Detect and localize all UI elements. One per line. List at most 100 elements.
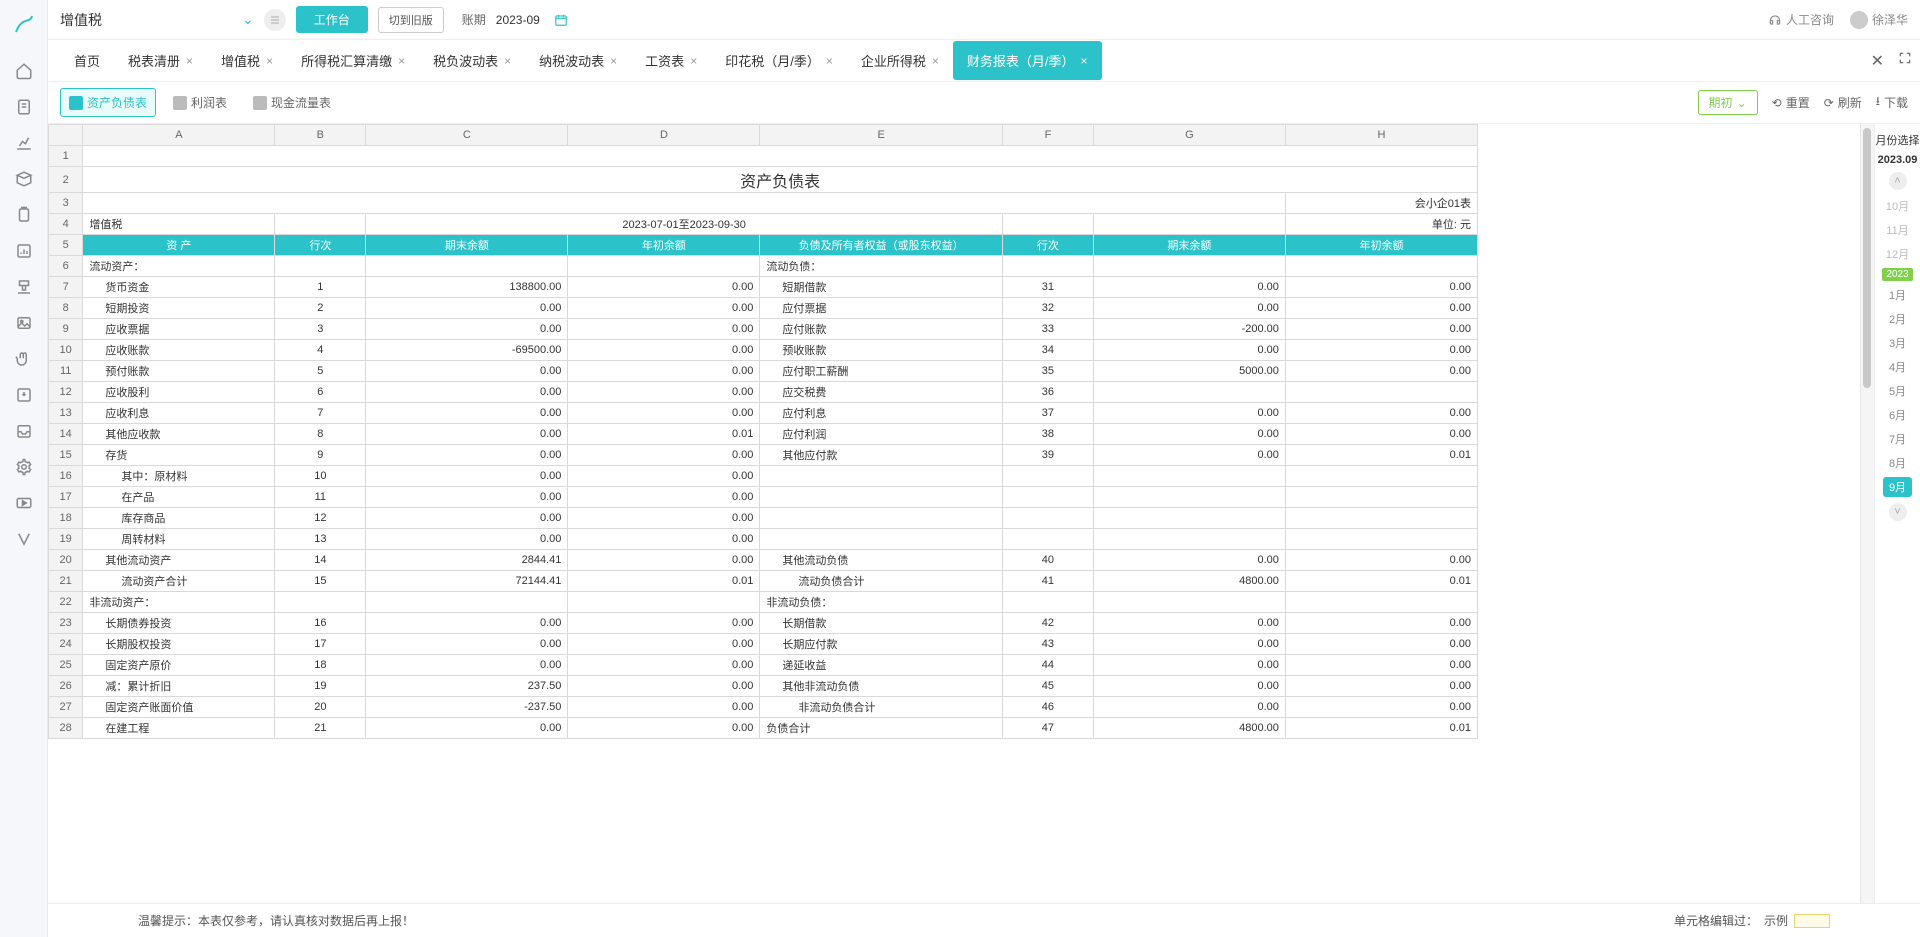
cell[interactable] — [760, 466, 1003, 487]
cell[interactable]: 0.01 — [568, 424, 760, 445]
cell[interactable]: 年初余额 — [1285, 235, 1477, 256]
cell[interactable]: 减：累计折旧 — [83, 676, 275, 697]
period-dropdown[interactable]: 期初 ⌄ — [1698, 90, 1758, 115]
cell[interactable] — [1093, 529, 1285, 550]
cell[interactable]: 6 — [275, 382, 366, 403]
close-icon[interactable]: × — [610, 54, 617, 68]
cell[interactable]: 20 — [275, 697, 366, 718]
cell[interactable]: 0.00 — [1285, 613, 1477, 634]
cell[interactable]: 0.00 — [1093, 697, 1285, 718]
cell[interactable]: 会小企01表 — [1285, 193, 1477, 214]
cell[interactable]: 流动负债： — [760, 256, 1003, 277]
cell[interactable]: 46 — [1002, 697, 1093, 718]
cell[interactable]: 34 — [1002, 340, 1093, 361]
cell[interactable]: 长期应付款 — [760, 634, 1003, 655]
user-menu[interactable]: 徐泽华 — [1850, 11, 1908, 29]
cell[interactable]: 固定资产账面价值 — [83, 697, 275, 718]
cell[interactable]: 其他应收款 — [83, 424, 275, 445]
box-icon[interactable] — [15, 170, 33, 188]
cell[interactable]: 6 — [49, 256, 83, 277]
cell[interactable]: 0.00 — [568, 634, 760, 655]
month-option[interactable]: 2月 — [1885, 309, 1910, 329]
cell[interactable]: 15 — [275, 571, 366, 592]
cell[interactable]: 38 — [1002, 424, 1093, 445]
close-icon[interactable]: × — [504, 54, 511, 68]
cell[interactable]: 12 — [49, 382, 83, 403]
cell[interactable]: 0.00 — [568, 676, 760, 697]
stamp-icon[interactable] — [15, 278, 33, 296]
cell[interactable]: 期末余额 — [1093, 235, 1285, 256]
cell[interactable]: 18 — [49, 508, 83, 529]
cell[interactable]: 0.00 — [366, 466, 568, 487]
cell[interactable]: 增值税 — [83, 214, 275, 235]
cell[interactable]: 18 — [275, 655, 366, 676]
cell[interactable]: 0.00 — [366, 655, 568, 676]
cell[interactable]: 1 — [275, 277, 366, 298]
chart-icon[interactable] — [15, 134, 33, 152]
cell[interactable]: G — [1093, 125, 1285, 146]
cell[interactable]: 22 — [49, 592, 83, 613]
cell[interactable]: 0.00 — [568, 445, 760, 466]
cell[interactable] — [275, 214, 366, 235]
cell[interactable] — [275, 592, 366, 613]
cell[interactable]: 流动负债合计 — [760, 571, 1003, 592]
reset-button[interactable]: ⟲ 重置 — [1772, 94, 1810, 111]
cell[interactable]: 3 — [49, 193, 83, 214]
cell[interactable]: 库存商品 — [83, 508, 275, 529]
cell[interactable] — [1002, 592, 1093, 613]
company-selector[interactable]: 增值税 ⌄ — [60, 10, 254, 30]
month-up-icon[interactable]: ˄ — [1889, 172, 1907, 190]
video-icon[interactable] — [15, 494, 33, 512]
tab-9[interactable]: 财务报表（月/季）× — [953, 41, 1102, 80]
cell[interactable]: 在产品 — [83, 487, 275, 508]
cell[interactable]: 5 — [275, 361, 366, 382]
cell[interactable] — [1002, 508, 1093, 529]
cell[interactable]: 17 — [275, 634, 366, 655]
cell[interactable]: 0.00 — [1093, 613, 1285, 634]
cell[interactable]: 0.00 — [366, 298, 568, 319]
cell[interactable]: 0.00 — [568, 697, 760, 718]
cell[interactable]: 应收票据 — [83, 319, 275, 340]
tab-6[interactable]: 工资表× — [631, 41, 711, 80]
month-option[interactable]: 4月 — [1885, 357, 1910, 377]
cell[interactable]: 5 — [49, 235, 83, 256]
cell[interactable]: 24 — [49, 634, 83, 655]
cell[interactable]: 行次 — [1002, 235, 1093, 256]
cell[interactable]: 单位: 元 — [1285, 214, 1477, 235]
cell[interactable]: 应收账款 — [83, 340, 275, 361]
cell[interactable]: C — [366, 125, 568, 146]
cell[interactable]: 0.00 — [1285, 550, 1477, 571]
tab-7[interactable]: 印花税（月/季）× — [711, 41, 847, 80]
cell[interactable]: 10 — [275, 466, 366, 487]
cell[interactable]: 0.00 — [1285, 676, 1477, 697]
cell[interactable]: 0.00 — [1285, 424, 1477, 445]
settings-icon[interactable] — [15, 458, 33, 476]
cell[interactable]: 237.50 — [366, 676, 568, 697]
cell[interactable]: 应付利润 — [760, 424, 1003, 445]
cell[interactable]: 资产负债表 — [83, 167, 1478, 193]
cell[interactable]: 其他非流动负债 — [760, 676, 1003, 697]
cell[interactable]: 0.00 — [366, 361, 568, 382]
cell[interactable] — [1002, 487, 1093, 508]
cell[interactable]: 14 — [49, 424, 83, 445]
cell[interactable]: 8 — [275, 424, 366, 445]
cell[interactable]: 0.00 — [1285, 319, 1477, 340]
cell[interactable]: 其他流动负债 — [760, 550, 1003, 571]
month-option[interactable]: 3月 — [1885, 333, 1910, 353]
cell[interactable]: 非流动负债合计 — [760, 697, 1003, 718]
cell[interactable]: 7 — [275, 403, 366, 424]
cell[interactable]: 43 — [1002, 634, 1093, 655]
close-icon[interactable]: × — [932, 54, 939, 68]
cell[interactable] — [1285, 256, 1477, 277]
cell[interactable]: 28 — [49, 718, 83, 739]
cell[interactable]: 21 — [49, 571, 83, 592]
cell[interactable]: 0.00 — [568, 319, 760, 340]
v-icon[interactable] — [15, 530, 33, 548]
cell[interactable]: 0.00 — [1093, 298, 1285, 319]
cell[interactable] — [49, 125, 83, 146]
cell[interactable]: D — [568, 125, 760, 146]
cell[interactable]: 0.00 — [1285, 361, 1477, 382]
switch-old-button[interactable]: 切到旧版 — [378, 7, 444, 33]
cell[interactable]: 流动资产合计 — [83, 571, 275, 592]
cell[interactable]: 2844.41 — [366, 550, 568, 571]
